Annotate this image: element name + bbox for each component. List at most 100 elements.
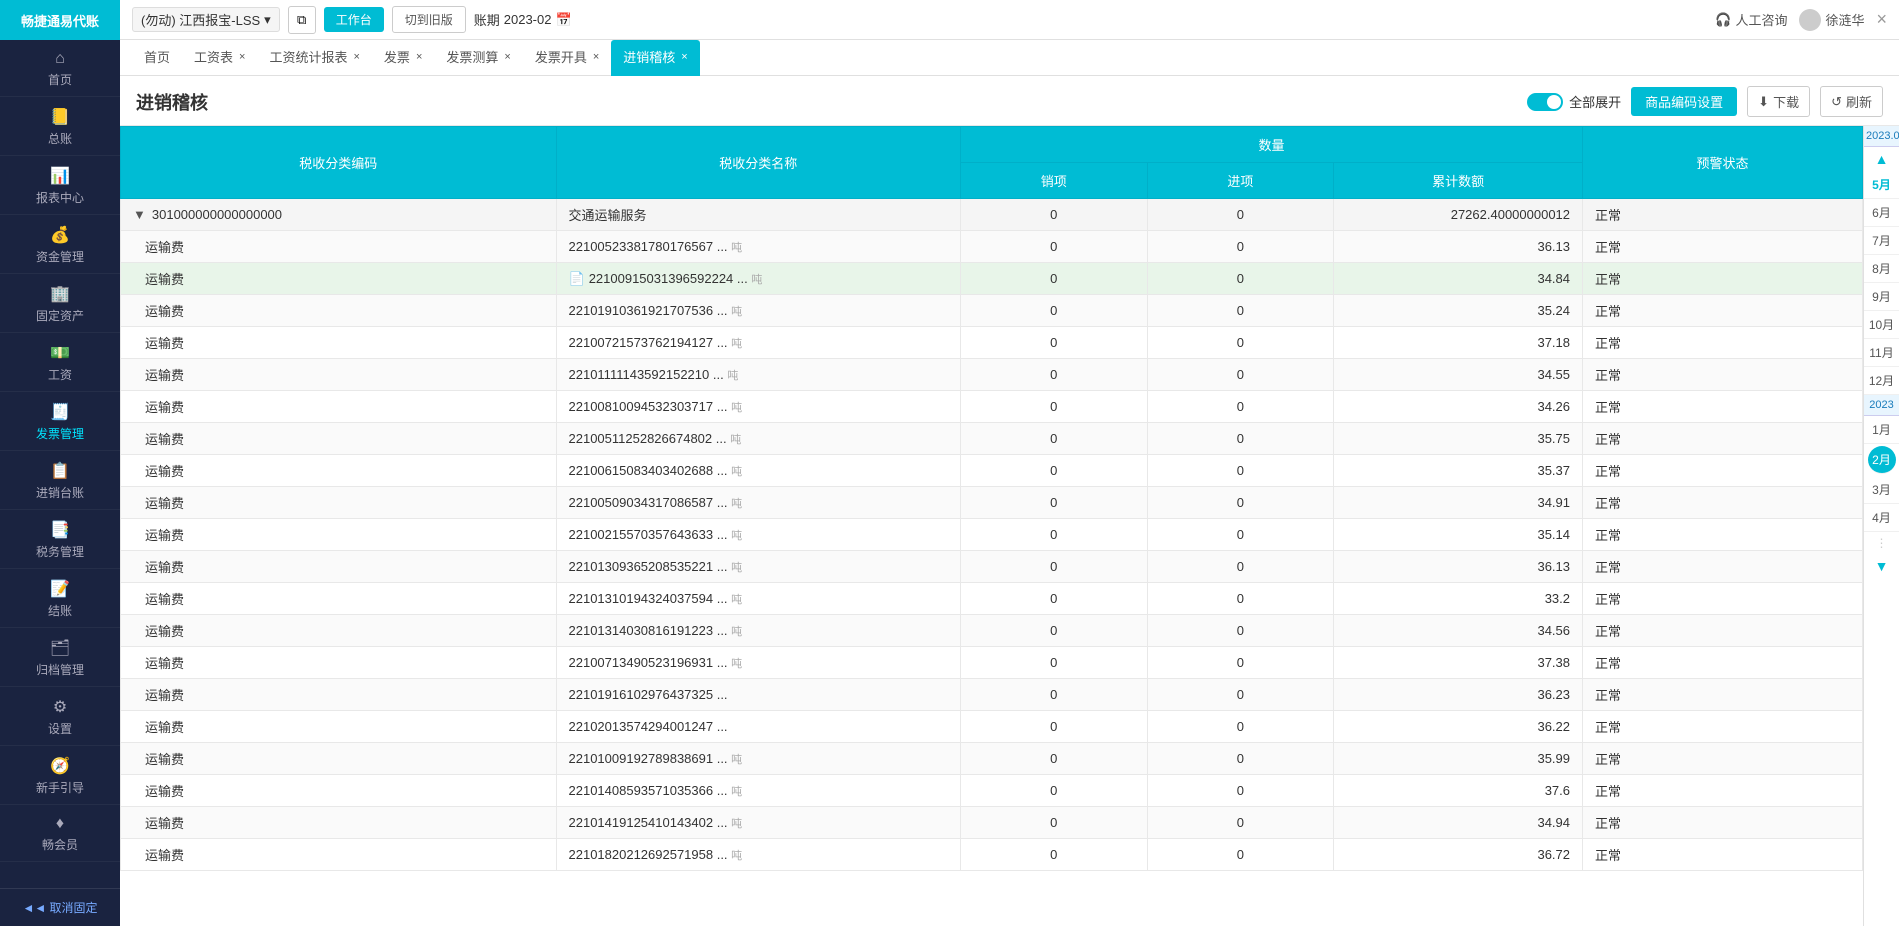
tab-close-icon[interactable]: × bbox=[416, 51, 422, 63]
table-row[interactable]: 运输费 22101916102976437325 ... 0 0 36.23 正… bbox=[121, 679, 1863, 711]
tab-close-icon[interactable]: × bbox=[353, 51, 359, 63]
copy-button[interactable]: ⧉ bbox=[288, 6, 316, 34]
table-row[interactable]: 运输费 22101408593571035366 ... 吨 0 0 37.6 … bbox=[121, 775, 1863, 807]
support-button[interactable]: 🎧 人工咨询 bbox=[1715, 10, 1787, 29]
table-row[interactable]: 运输费 22100511252826674802 ... 吨 0 0 35.75… bbox=[121, 423, 1863, 455]
cal-month-4[interactable]: 4月 bbox=[1864, 504, 1899, 532]
sidebar-item-settings[interactable]: ⚙ 设置 bbox=[0, 687, 120, 746]
cal-month-7[interactable]: 7月 bbox=[1864, 227, 1899, 255]
sale-cell: 0 bbox=[960, 551, 1147, 583]
tab-reconcile[interactable]: 进销稽核 × bbox=[611, 40, 699, 76]
cumulative-cell: 37.18 bbox=[1334, 327, 1583, 359]
invoice-no-cell: 22100713490523196931 ... 吨 bbox=[556, 647, 960, 679]
sidebar-item-asset[interactable]: 🏢 固定资产 bbox=[0, 274, 120, 333]
unpin-button[interactable]: ◄◄ 取消固定 bbox=[0, 888, 120, 926]
table-row[interactable]: 运输费 22101309365208535221 ... 吨 0 0 36.13… bbox=[121, 551, 1863, 583]
tab-invoice-open-label: 发票开具 bbox=[535, 47, 587, 66]
cal-month-11[interactable]: 11月 bbox=[1864, 339, 1899, 367]
invoice-no-cell: 22100215570357643633 ... 吨 bbox=[556, 519, 960, 551]
sidebar-item-member[interactable]: ♦ 畅会员 bbox=[0, 805, 120, 862]
sidebar-item-settle[interactable]: 📝 结账 bbox=[0, 569, 120, 628]
tab-invoice[interactable]: 发票 × bbox=[372, 40, 434, 76]
cal-month-1[interactable]: 1月 bbox=[1864, 416, 1899, 444]
tab-close-icon[interactable]: × bbox=[593, 51, 599, 63]
table-row[interactable]: ▼301000000000000000 交通运输服务 0 0 27262.400… bbox=[121, 199, 1863, 231]
cumulative-cell: 37.38 bbox=[1334, 647, 1583, 679]
company-name: (勿动) 江西报宝-LSS bbox=[141, 10, 260, 29]
table-row[interactable]: 运输费 22101009192789838691 ... 吨 0 0 35.99… bbox=[121, 743, 1863, 775]
tab-close-icon[interactable]: × bbox=[504, 51, 510, 63]
sidebar-item-fund[interactable]: 💰 资金管理 bbox=[0, 215, 120, 274]
invoice-no-cell: 22100523381780176567 ... 吨 bbox=[556, 231, 960, 263]
sidebar-item-ledger[interactable]: 📒 总账 bbox=[0, 97, 120, 156]
table-row[interactable]: 运输费 📄22100915031396592224 ... 吨 0 0 34.8… bbox=[121, 263, 1863, 295]
col-header-quantity-group: 数量 bbox=[960, 127, 1582, 163]
purchase-cell: 0 bbox=[1147, 391, 1334, 423]
sidebar-item-home[interactable]: ⌂ 首页 bbox=[0, 40, 120, 97]
tab-close-icon[interactable]: × bbox=[681, 51, 687, 63]
sidebar: 畅捷通易代账 ⌂ 首页 📒 总账 📊 报表中心 💰 资金管理 🏢 固定资产 💵 … bbox=[0, 0, 120, 926]
table-row[interactable]: 运输费 22101111143592152210 ... 吨 0 0 34.55… bbox=[121, 359, 1863, 391]
tab-home[interactable]: 首页 bbox=[132, 40, 182, 76]
company-selector[interactable]: (勿动) 江西报宝-LSS ▾ bbox=[132, 7, 280, 32]
table-row[interactable]: 运输费 22100509034317086587 ... 吨 0 0 34.91… bbox=[121, 487, 1863, 519]
purchase-cell: 0 bbox=[1147, 743, 1334, 775]
cal-month-12[interactable]: 12月 bbox=[1864, 367, 1899, 395]
cal-month-6[interactable]: 6月 bbox=[1864, 199, 1899, 227]
topbar: (勿动) 江西报宝-LSS ▾ ⧉ 工作台 切到旧版 账期 2023-02 📅 … bbox=[120, 0, 1899, 40]
sidebar-item-invoice[interactable]: 🧾 发票管理 bbox=[0, 392, 120, 451]
sidebar-item-guide[interactable]: 🧭 新手引导 bbox=[0, 746, 120, 805]
table-row[interactable]: 运输费 22100721573762194127 ... 吨 0 0 37.18… bbox=[121, 327, 1863, 359]
status-cell: 正常 bbox=[1583, 359, 1863, 391]
cal-month-3[interactable]: 3月 bbox=[1864, 476, 1899, 504]
home-icon: ⌂ bbox=[55, 50, 65, 68]
tab-salary-stat[interactable]: 工资统计报表 × bbox=[257, 40, 371, 76]
sidebar-item-archive[interactable]: 🗂 归档管理 bbox=[0, 628, 120, 687]
table-row[interactable]: 运输费 22100215570357643633 ... 吨 0 0 35.14… bbox=[121, 519, 1863, 551]
invoice-no-cell: 22100615083403402688 ... 吨 bbox=[556, 455, 960, 487]
purchase-cell: 0 bbox=[1147, 263, 1334, 295]
sidebar-item-tax[interactable]: 📑 税务管理 bbox=[0, 510, 120, 569]
cumulative-cell: 33.2 bbox=[1334, 583, 1583, 615]
tab-close-icon[interactable]: × bbox=[239, 51, 245, 63]
tab-salary-table[interactable]: 工资表 × bbox=[182, 40, 257, 76]
invoice-no-cell: 22101419125410143402 ... 吨 bbox=[556, 807, 960, 839]
cumulative-cell: 35.99 bbox=[1334, 743, 1583, 775]
item-name-cell: 运输费 bbox=[121, 679, 557, 711]
cal-nav-down[interactable]: ▼ bbox=[1864, 554, 1899, 578]
table-row[interactable]: 运输费 22101910361921707536 ... 吨 0 0 35.24… bbox=[121, 295, 1863, 327]
tab-invoice-open[interactable]: 发票开具 × bbox=[523, 40, 611, 76]
cal-month-8[interactable]: 8月 bbox=[1864, 255, 1899, 283]
sidebar-item-sales[interactable]: 📋 进销台账 bbox=[0, 451, 120, 510]
table-row[interactable]: 运输费 22101314030816191223 ... 吨 0 0 34.56… bbox=[121, 615, 1863, 647]
cumulative-cell: 34.26 bbox=[1334, 391, 1583, 423]
sidebar-item-salary[interactable]: 💵 工资 bbox=[0, 333, 120, 392]
cal-month-2-current[interactable]: 2月 bbox=[1868, 446, 1896, 474]
page-actions: 全部展开 商品编码设置 ⬇ 下载 ↺ 刷新 bbox=[1527, 86, 1883, 117]
sidebar-item-report[interactable]: 📊 报表中心 bbox=[0, 156, 120, 215]
workbench-button[interactable]: 工作台 bbox=[324, 7, 384, 32]
table-row[interactable]: 运输费 22101310194324037594 ... 吨 0 0 33.2 … bbox=[121, 583, 1863, 615]
status-cell: 正常 bbox=[1583, 839, 1863, 871]
table-row[interactable]: 运输费 22100810094532303717 ... 吨 0 0 34.26… bbox=[121, 391, 1863, 423]
table-row[interactable]: 运输费 22101419125410143402 ... 吨 0 0 34.94… bbox=[121, 807, 1863, 839]
report-icon: 📊 bbox=[50, 166, 70, 186]
cal-month-9[interactable]: 9月 bbox=[1864, 283, 1899, 311]
close-button[interactable]: × bbox=[1876, 9, 1887, 30]
expand-toggle[interactable] bbox=[1527, 93, 1563, 111]
cal-nav-up[interactable]: ▲ bbox=[1864, 147, 1899, 171]
settings-button[interactable]: 商品编码设置 bbox=[1631, 87, 1737, 116]
switch-version-button[interactable]: 切到旧版 bbox=[392, 6, 466, 33]
table-row[interactable]: 运输费 22100615083403402688 ... 吨 0 0 35.37… bbox=[121, 455, 1863, 487]
download-button[interactable]: ⬇ 下载 bbox=[1747, 86, 1810, 117]
table-row[interactable]: 运输费 22102013574294001247 ... 0 0 36.22 正… bbox=[121, 711, 1863, 743]
cal-month-10[interactable]: 10月 bbox=[1864, 311, 1899, 339]
table-row[interactable]: 运输费 22101820212692571958 ... 吨 0 0 36.72… bbox=[121, 839, 1863, 871]
refresh-button[interactable]: ↺ 刷新 bbox=[1820, 86, 1883, 117]
user-info[interactable]: 徐涟华 bbox=[1799, 9, 1864, 31]
table-row[interactable]: 运输费 22100523381780176567 ... 吨 0 0 36.13… bbox=[121, 231, 1863, 263]
cal-month-5[interactable]: 5月 bbox=[1864, 171, 1899, 199]
status-cell: 正常 bbox=[1583, 327, 1863, 359]
tab-invoice-calc[interactable]: 发票测算 × bbox=[434, 40, 522, 76]
table-row[interactable]: 运输费 22100713490523196931 ... 吨 0 0 37.38… bbox=[121, 647, 1863, 679]
